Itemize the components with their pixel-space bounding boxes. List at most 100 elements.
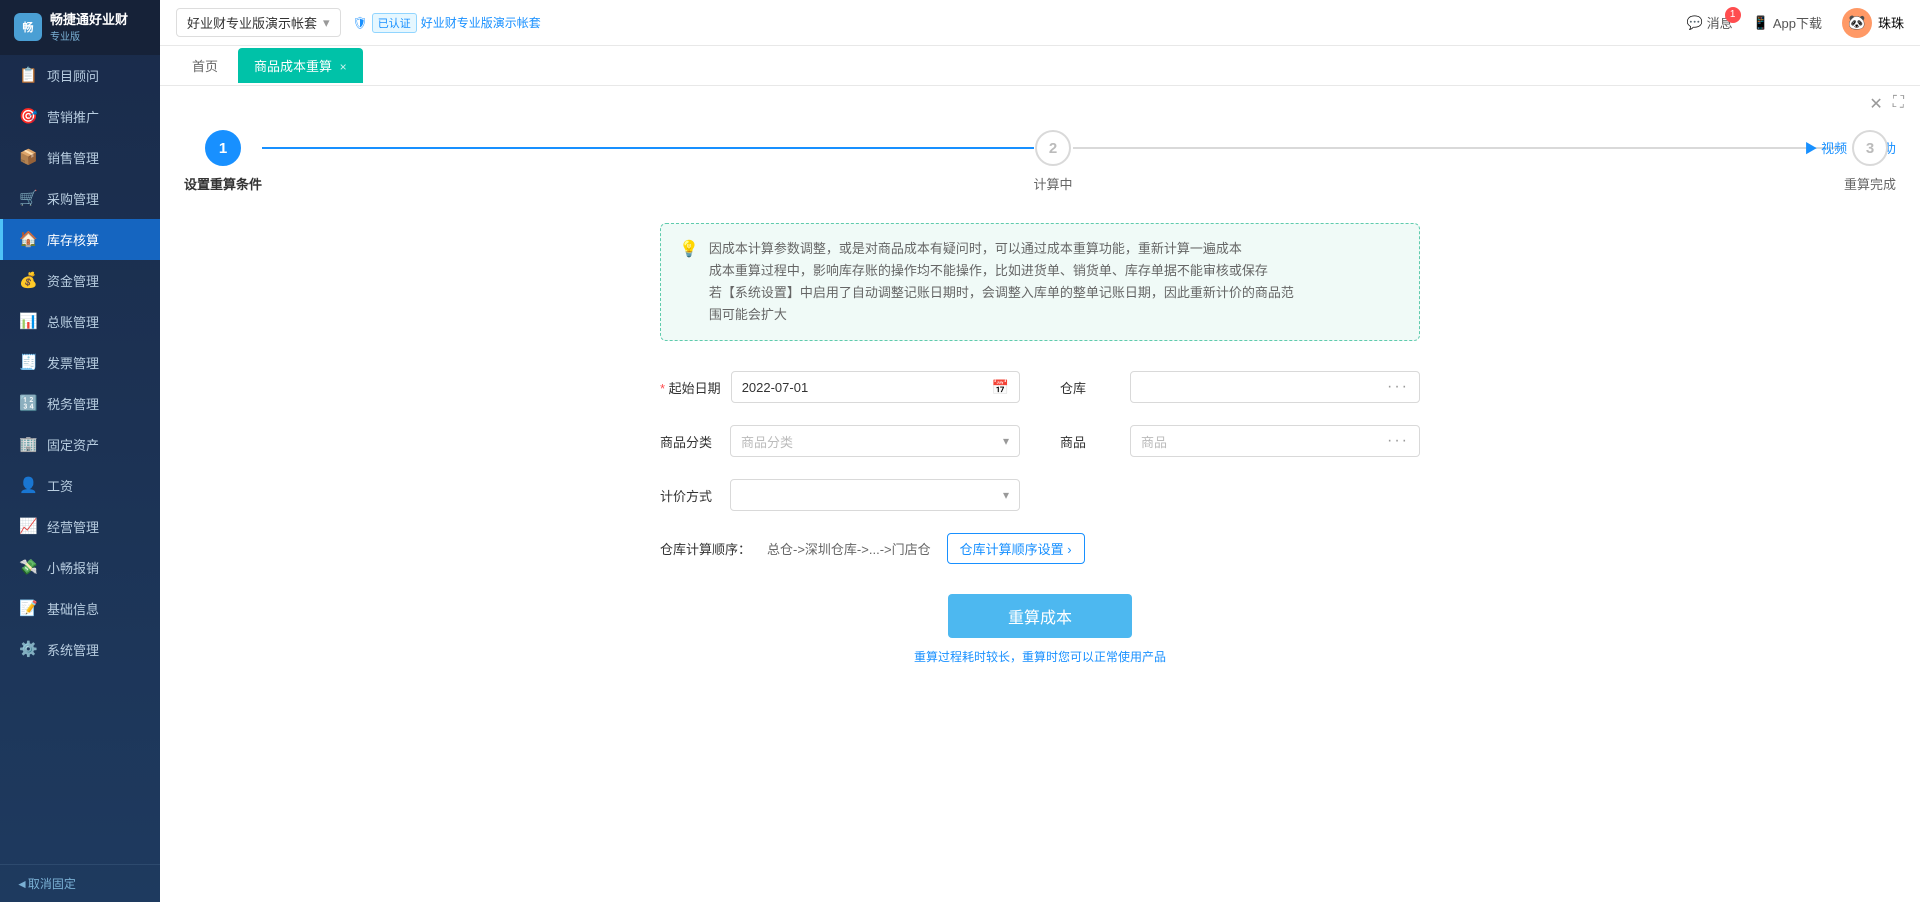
warehouse-order-value: 总仓->深圳仓库->...->门店仓: [767, 539, 931, 558]
recalculate-button[interactable]: 重算成本: [948, 594, 1132, 638]
sidebar-item-basic-info[interactable]: 📝 基础信息: [0, 588, 160, 629]
sidebar-item-label: 经营管理: [47, 517, 99, 536]
steps-section: 1 设置重算条件 2 计算中 3 重算完成: [184, 130, 1896, 193]
category-label: 商品分类: [660, 432, 720, 451]
maximize-window-icon[interactable]: ⛶: [1893, 94, 1904, 114]
pricing-chevron-icon: ▾: [1003, 488, 1009, 502]
sidebar-item-ledger[interactable]: 📊 总账管理: [0, 301, 160, 342]
certified-account-name: 好业财专业版演示帐套: [421, 14, 541, 31]
step-1: 1 设置重算条件: [184, 130, 262, 193]
sidebar-item-label: 营销推广: [47, 107, 99, 126]
account-selector[interactable]: 好业财专业版演示帐套 ▾: [176, 8, 341, 37]
certified-badge-area: 🛡 已认证 好业财专业版演示帐套: [353, 13, 541, 33]
sales-icon: 📦: [19, 148, 37, 166]
sidebar: 畅 畅捷通好业财 专业版 📋 项目顾问 🎯 营销推广 📦 销售管理 🛒 采购管理…: [0, 0, 160, 902]
warehouse-order-settings-button[interactable]: 仓库计算顺序设置 ›: [947, 533, 1085, 564]
start-date-field: 起始日期 2022-07-01 📅: [660, 371, 1020, 403]
sidebar-item-label: 税务管理: [47, 394, 99, 413]
category-select[interactable]: 商品分类 ▾: [730, 425, 1020, 457]
sidebar-item-expense[interactable]: 💸 小畅报销: [0, 547, 160, 588]
tab-close-icon[interactable]: ×: [340, 60, 347, 74]
sidebar-item-sales[interactable]: 📦 销售管理: [0, 137, 160, 178]
sidebar-item-assets[interactable]: 🏢 固定资产: [0, 424, 160, 465]
sidebar-item-inventory[interactable]: 🏠 库存核算: [0, 219, 160, 260]
sidebar-item-label: 资金管理: [47, 271, 99, 290]
project-icon: 📋: [19, 66, 37, 84]
sidebar-item-label: 发票管理: [47, 353, 99, 372]
system-icon: ⚙️: [19, 640, 37, 658]
step-3-number: 3: [1866, 140, 1874, 157]
warehouse-dots-icon: ···: [1387, 378, 1409, 396]
info-line-2: 成本重算过程中，影响库存账的操作均不能操作，比如进货单、销货单、库存单据不能审核…: [709, 260, 1294, 282]
sidebar-item-finance[interactable]: 💰 资金管理: [0, 260, 160, 301]
operations-icon: 📈: [19, 517, 37, 535]
info-box: 💡 因成本计算参数调整，或是对商品成本有疑问时，可以通过成本重算功能，重新计算一…: [660, 223, 1420, 341]
certified-badge: 已认证: [372, 13, 417, 33]
recalculate-section: 重算成本 重算过程耗时较长，重算时您可以正常使用产品: [660, 594, 1420, 665]
sidebar-item-system[interactable]: ⚙️ 系统管理: [0, 629, 160, 670]
tab-home[interactable]: 首页: [176, 48, 234, 83]
notification-count: 1: [1725, 7, 1741, 23]
warehouse-input[interactable]: ···: [1130, 371, 1420, 403]
sidebar-item-tax[interactable]: 🔢 税务管理: [0, 383, 160, 424]
sidebar-item-label: 工资: [47, 476, 73, 495]
step-connector-1-2: [262, 147, 1033, 149]
sidebar-item-label: 总账管理: [47, 312, 99, 331]
calendar-icon: 📅: [992, 379, 1009, 396]
goods-dots-icon: ···: [1387, 432, 1409, 450]
app-download-button[interactable]: 📱 App下载: [1753, 13, 1822, 32]
ledger-icon: 📊: [19, 312, 37, 330]
invoice-icon: 🧾: [19, 353, 37, 371]
header-right: 💬 消息 1 📱 App下载 🐼 珠珠: [1686, 8, 1904, 38]
info-line-3: 若【系统设置】中启用了自动调整记账日期时，会调整入库单的整单记账日期，因此重新计…: [709, 282, 1294, 304]
finance-icon: 💰: [19, 271, 37, 289]
sidebar-item-operations[interactable]: 📈 经营管理: [0, 506, 160, 547]
info-line-4: 围可能会扩大: [709, 304, 1294, 326]
message-button[interactable]: 💬 消息 1: [1686, 13, 1732, 32]
sidebar-footer-label: ◄取消固定: [16, 875, 76, 892]
app-download-label: App下载: [1773, 13, 1822, 32]
sidebar-item-purchase[interactable]: 🛒 采购管理: [0, 178, 160, 219]
step-2-number: 2: [1049, 140, 1057, 157]
sidebar-item-label: 销售管理: [47, 148, 99, 167]
sidebar-item-marketing[interactable]: 🎯 营销推广: [0, 96, 160, 137]
pricing-select[interactable]: ▾: [730, 479, 1020, 511]
expense-icon: 💸: [19, 558, 37, 576]
tab-cost-recalculate[interactable]: 商品成本重算 ×: [238, 48, 363, 83]
video-help-button[interactable]: ▶ 视频: [1805, 138, 1848, 157]
window-controls: ✕ ⛶: [1869, 94, 1904, 114]
sidebar-item-project[interactable]: 📋 项目顾问: [0, 55, 160, 96]
step-2: 2 计算中: [1034, 130, 1073, 193]
step-connector-2-3: [1073, 147, 1844, 149]
sidebar-item-invoice[interactable]: 🧾 发票管理: [0, 342, 160, 383]
sidebar-item-label: 库存核算: [47, 230, 99, 249]
step-3-label: 重算完成: [1844, 174, 1896, 193]
info-line-1: 因成本计算参数调整，或是对商品成本有疑问时，可以通过成本重算功能，重新计算一遍成…: [709, 238, 1294, 260]
warehouse-label: 仓库: [1060, 378, 1120, 397]
tab-home-label: 首页: [192, 59, 218, 74]
recalculate-hint: 重算过程耗时较长，重算时您可以正常使用产品: [914, 648, 1166, 665]
chevron-down-icon: ▾: [1003, 434, 1009, 448]
step-2-circle: 2: [1035, 130, 1071, 166]
steps-container: 1 设置重算条件 2 计算中 3 重算完成: [184, 130, 1896, 193]
top-header: 好业财专业版演示帐套 ▾ 🛡 已认证 好业财专业版演示帐套 💬 消息 1 📱 A…: [160, 0, 1920, 46]
tax-icon: 🔢: [19, 394, 37, 412]
step-1-number: 1: [219, 140, 227, 157]
form-row-3: 计价方式 ▾: [660, 479, 1420, 511]
start-date-input[interactable]: 2022-07-01 📅: [731, 371, 1020, 403]
form-row-2: 商品分类 商品分类 ▾ 商品 商品 ···: [660, 425, 1420, 457]
sidebar-item-payroll[interactable]: 👤 工资: [0, 465, 160, 506]
sidebar-item-label: 采购管理: [47, 189, 99, 208]
avatar-image: 🐼: [1842, 8, 1872, 38]
basic-info-icon: 📝: [19, 599, 37, 617]
goods-input[interactable]: 商品 ···: [1130, 425, 1420, 457]
inventory-icon: 🏠: [19, 230, 37, 248]
sidebar-unpin-button[interactable]: ◄取消固定: [0, 864, 160, 902]
goods-field: 商品 商品 ···: [1060, 425, 1420, 457]
warehouse-order-row: 仓库计算顺序： 总仓->深圳仓库->...->门店仓 仓库计算顺序设置 ›: [660, 533, 1420, 564]
app-name: 畅捷通好业财: [50, 12, 128, 28]
close-window-icon[interactable]: ✕: [1869, 94, 1882, 114]
category-field: 商品分类 商品分类 ▾: [660, 425, 1020, 457]
user-avatar-button[interactable]: 🐼 珠珠: [1842, 8, 1904, 38]
form-row-1: 起始日期 2022-07-01 📅 仓库 ···: [660, 371, 1420, 403]
